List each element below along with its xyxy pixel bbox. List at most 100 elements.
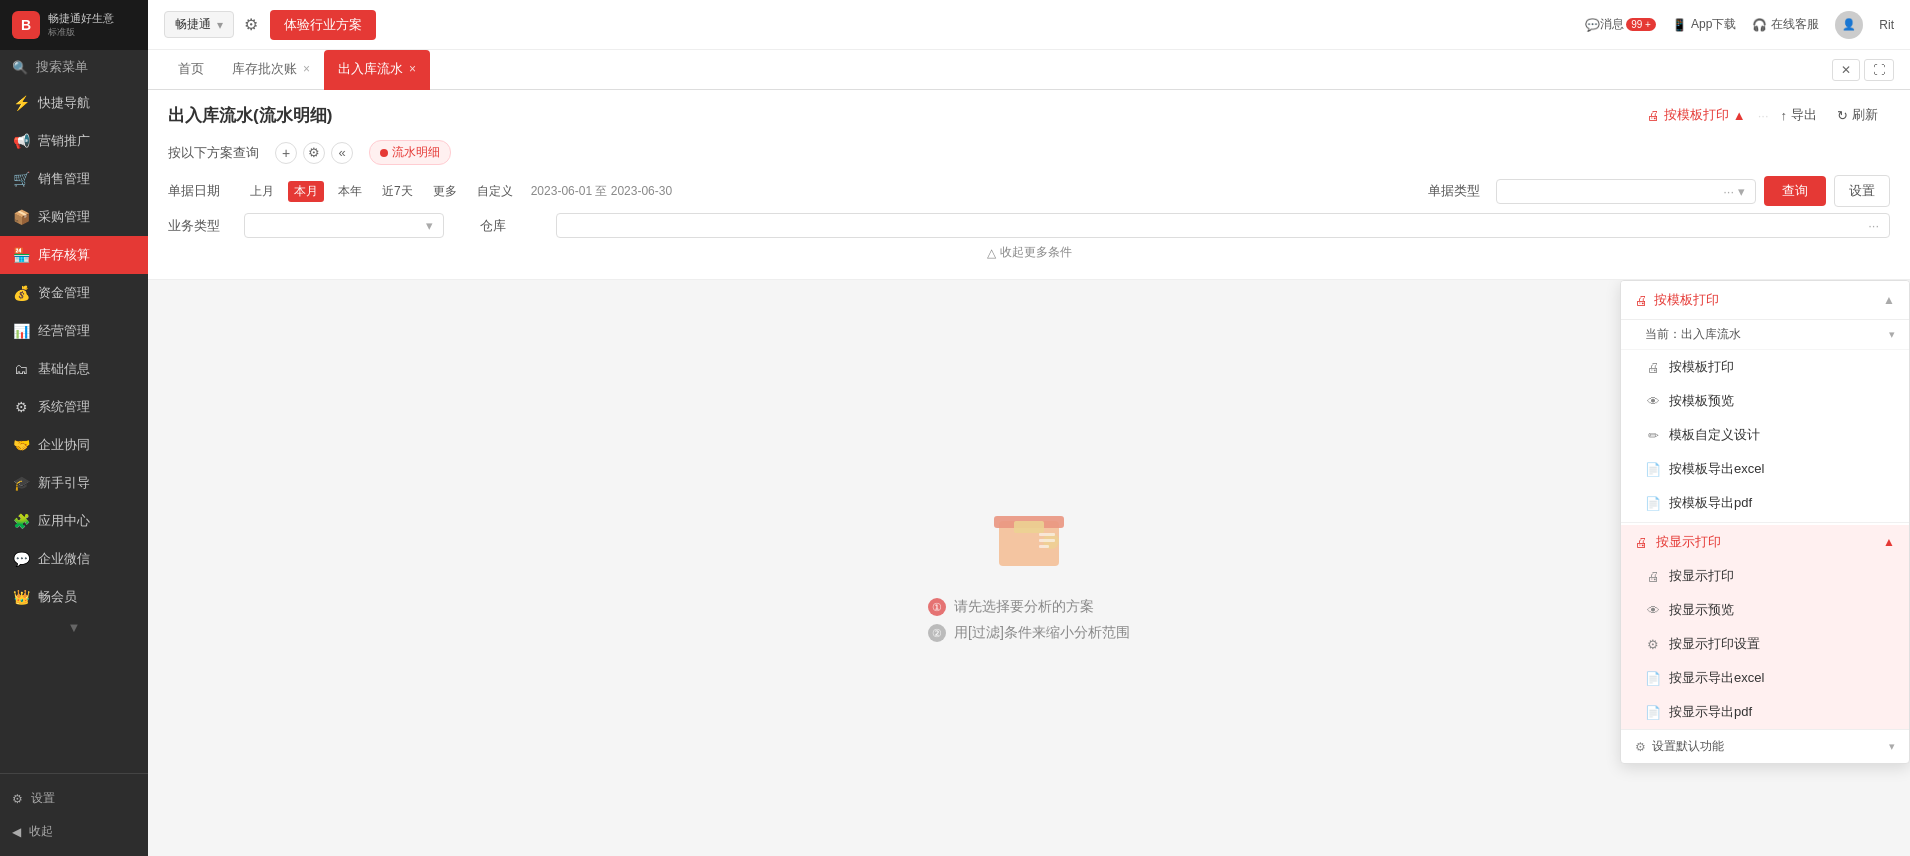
sidebar-item-label: 快捷导航: [38, 94, 90, 112]
collapse-label: 收起更多条件: [1000, 244, 1072, 261]
dp-current-item[interactable]: 当前：出入库流水 ▾: [1621, 320, 1909, 350]
sidebar-item-sales[interactable]: 🛒 销售管理: [0, 160, 148, 198]
sidebar-item-label: 销售管理: [38, 170, 90, 188]
tab-batch-account[interactable]: 库存批次账 ×: [218, 50, 324, 90]
filter-config-btn[interactable]: ⚙: [303, 142, 325, 164]
dp-template-excel[interactable]: 📄 按模板导出excel: [1621, 452, 1909, 486]
sidebar-item-appcenter[interactable]: 🧩 应用中心: [0, 502, 148, 540]
tab-inout-flow-close[interactable]: ×: [409, 62, 416, 76]
query-button[interactable]: 查询: [1764, 176, 1826, 206]
sidebar-logo: B 畅捷通好生意 标准版: [0, 0, 148, 50]
warehouse-more-icon: ···: [1868, 218, 1879, 233]
dp-template-print-label: 按模板打印: [1669, 358, 1734, 376]
dp-template-custom[interactable]: ✏ 模板自定义设计: [1621, 418, 1909, 452]
topbar-app-download-btn[interactable]: 📱 App下载: [1672, 16, 1736, 33]
sidebar-item-wecom[interactable]: 💬 企业微信: [0, 540, 148, 578]
appcenter-icon: 🧩: [12, 513, 30, 529]
finance-icon: 💰: [12, 285, 30, 301]
sidebar-item-enterprise[interactable]: 🤝 企业协同: [0, 426, 148, 464]
sidebar-item-label: 资金管理: [38, 284, 90, 302]
dp-template-custom-label: 模板自定义设计: [1669, 426, 1760, 444]
topbar-avatar[interactable]: 👤: [1835, 11, 1863, 39]
date-btn-custom[interactable]: 自定义: [471, 181, 519, 202]
dp-footer[interactable]: ⚙ 设置默认功能 ▾: [1621, 729, 1909, 763]
filter-add-btn[interactable]: +: [275, 142, 297, 164]
sidebar-item-quick-nav[interactable]: ⚡ 快捷导航: [0, 84, 148, 122]
sidebar-item-newbie[interactable]: 🎓 新手引导: [0, 464, 148, 502]
tab-batch-account-close[interactable]: ×: [303, 62, 310, 76]
sidebar-item-marketing[interactable]: 📢 营销推广: [0, 122, 148, 160]
window-close-btn[interactable]: ✕: [1832, 59, 1860, 81]
export-btn[interactable]: ↑ 导出: [1773, 102, 1826, 128]
dp-display-pdf[interactable]: 📄 按显示导出pdf: [1621, 695, 1909, 729]
sidebar-item-label: 库存核算: [38, 246, 90, 264]
sidebar-item-operation[interactable]: 📊 经营管理: [0, 312, 148, 350]
sidebar-item-purchase[interactable]: 📦 采购管理: [0, 198, 148, 236]
sidebar-item-inventory[interactable]: 🏪 库存核算: [0, 236, 148, 274]
topbar-account-selector[interactable]: 畅捷通 ▾: [164, 11, 234, 38]
sidebar-item-system[interactable]: ⚙ 系统管理: [0, 388, 148, 426]
collapse-filter-btn[interactable]: △ 收起更多条件: [168, 238, 1890, 267]
dp-template-pdf-icon: 📄: [1645, 495, 1661, 511]
sidebar-item-label: 畅会员: [38, 588, 77, 606]
filter-collapse-left-btn[interactable]: «: [331, 142, 353, 164]
date-shortcuts: 上月 本月 本年 近7天 更多 自定义 2023-06-01 至 2023-06…: [244, 181, 672, 202]
dp-display-excel-icon: 📄: [1645, 670, 1661, 686]
sidebar-item-label: 基础信息: [38, 360, 90, 378]
trial-industry-button[interactable]: 体验行业方案: [270, 10, 376, 40]
dp-display-print-section: 🖨 按显示打印 ▲ 🖨 按显示打印 👁 按显示预览 ⚙ 按显示打印设置: [1621, 525, 1909, 729]
sidebar-item-label: 采购管理: [38, 208, 90, 226]
date-btn-last-month[interactable]: 上月: [244, 181, 280, 202]
sidebar: B 畅捷通好生意 标准版 🔍 搜索菜单 ⚡ 快捷导航 📢 营销推广 🛒 销售管理…: [0, 0, 148, 856]
dp-template-pdf[interactable]: 📄 按模板导出pdf: [1621, 486, 1909, 520]
topbar-message-btn[interactable]: 💬 消息 99 +: [1585, 16, 1656, 33]
tab-home[interactable]: 首页: [164, 50, 218, 90]
sidebar-item-vip[interactable]: 👑 畅会员: [0, 578, 148, 616]
date-btn-this-year[interactable]: 本年: [332, 181, 368, 202]
biz-type-select[interactable]: ▾: [244, 213, 444, 238]
sidebar-item-basic[interactable]: 🗂 基础信息: [0, 350, 148, 388]
dp-display-print[interactable]: 🖨 按显示打印: [1621, 559, 1909, 593]
date-btn-this-month[interactable]: 本月: [288, 181, 324, 202]
refresh-btn[interactable]: ↻ 刷新: [1829, 102, 1886, 128]
operation-icon: 📊: [12, 323, 30, 339]
sidebar-item-finance[interactable]: 💰 资金管理: [0, 274, 148, 312]
wecom-icon: 💬: [12, 551, 30, 567]
inventory-icon: 🏪: [12, 247, 30, 263]
avatar-image: 👤: [1842, 18, 1856, 31]
app-download-icon: 📱: [1672, 18, 1687, 32]
dp-display-excel[interactable]: 📄 按显示导出excel: [1621, 661, 1909, 695]
warehouse-select[interactable]: ···: [556, 213, 1890, 238]
filter-tag-water-detail: 流水明细: [369, 140, 451, 165]
svg-rect-6: [1039, 545, 1049, 548]
print-template-btn[interactable]: 🖨 按模板打印 ▲: [1639, 102, 1754, 128]
dp-display-settings[interactable]: ⚙ 按显示打印设置: [1621, 627, 1909, 661]
topbar-service-btn[interactable]: 🎧 在线客服: [1752, 16, 1819, 33]
dp-template-print[interactable]: 🖨 按模板打印: [1621, 350, 1909, 384]
sidebar-scroll-down[interactable]: ▼: [0, 616, 148, 639]
dp-header-collapse-icon[interactable]: ▲: [1883, 293, 1895, 307]
settings-button[interactable]: 设置: [1834, 175, 1890, 207]
service-icon: 🎧: [1752, 18, 1767, 32]
dp-template-preview[interactable]: 👁 按模板预览: [1621, 384, 1909, 418]
sidebar-search[interactable]: 🔍 搜索菜单: [0, 50, 148, 84]
sidebar-item-label: 经营管理: [38, 322, 90, 340]
date-btn-more[interactable]: 更多: [427, 181, 463, 202]
filter-biz-row: 业务类型 ▾ 仓库 ···: [168, 213, 1890, 238]
tab-inout-flow[interactable]: 出入库流水 ×: [324, 50, 430, 90]
date-btn-7days[interactable]: 近7天: [376, 181, 419, 202]
settings-label: 设置: [31, 790, 55, 807]
topbar-gear-icon[interactable]: ⚙: [244, 15, 258, 34]
window-maximize-btn[interactable]: ⛶: [1864, 59, 1894, 81]
empty-step-2: ② 用[过滤]条件来缩小分析范围: [928, 624, 1130, 642]
sidebar-settings-btn[interactable]: ⚙ 设置: [0, 782, 148, 815]
dp-display-print-section-header[interactable]: 🖨 按显示打印 ▲: [1621, 525, 1909, 559]
sidebar-item-label: 企业协同: [38, 436, 90, 454]
sidebar-collapse-btn[interactable]: ◀ 收起: [0, 815, 148, 848]
doc-type-select[interactable]: ··· ▾: [1496, 179, 1756, 204]
sidebar-item-label: 应用中心: [38, 512, 90, 530]
dp-display-preview[interactable]: 👁 按显示预览: [1621, 593, 1909, 627]
dp-display-pdf-icon: 📄: [1645, 704, 1661, 720]
marketing-icon: 📢: [12, 133, 30, 149]
dp-footer-arrow-icon: ▾: [1889, 740, 1895, 753]
